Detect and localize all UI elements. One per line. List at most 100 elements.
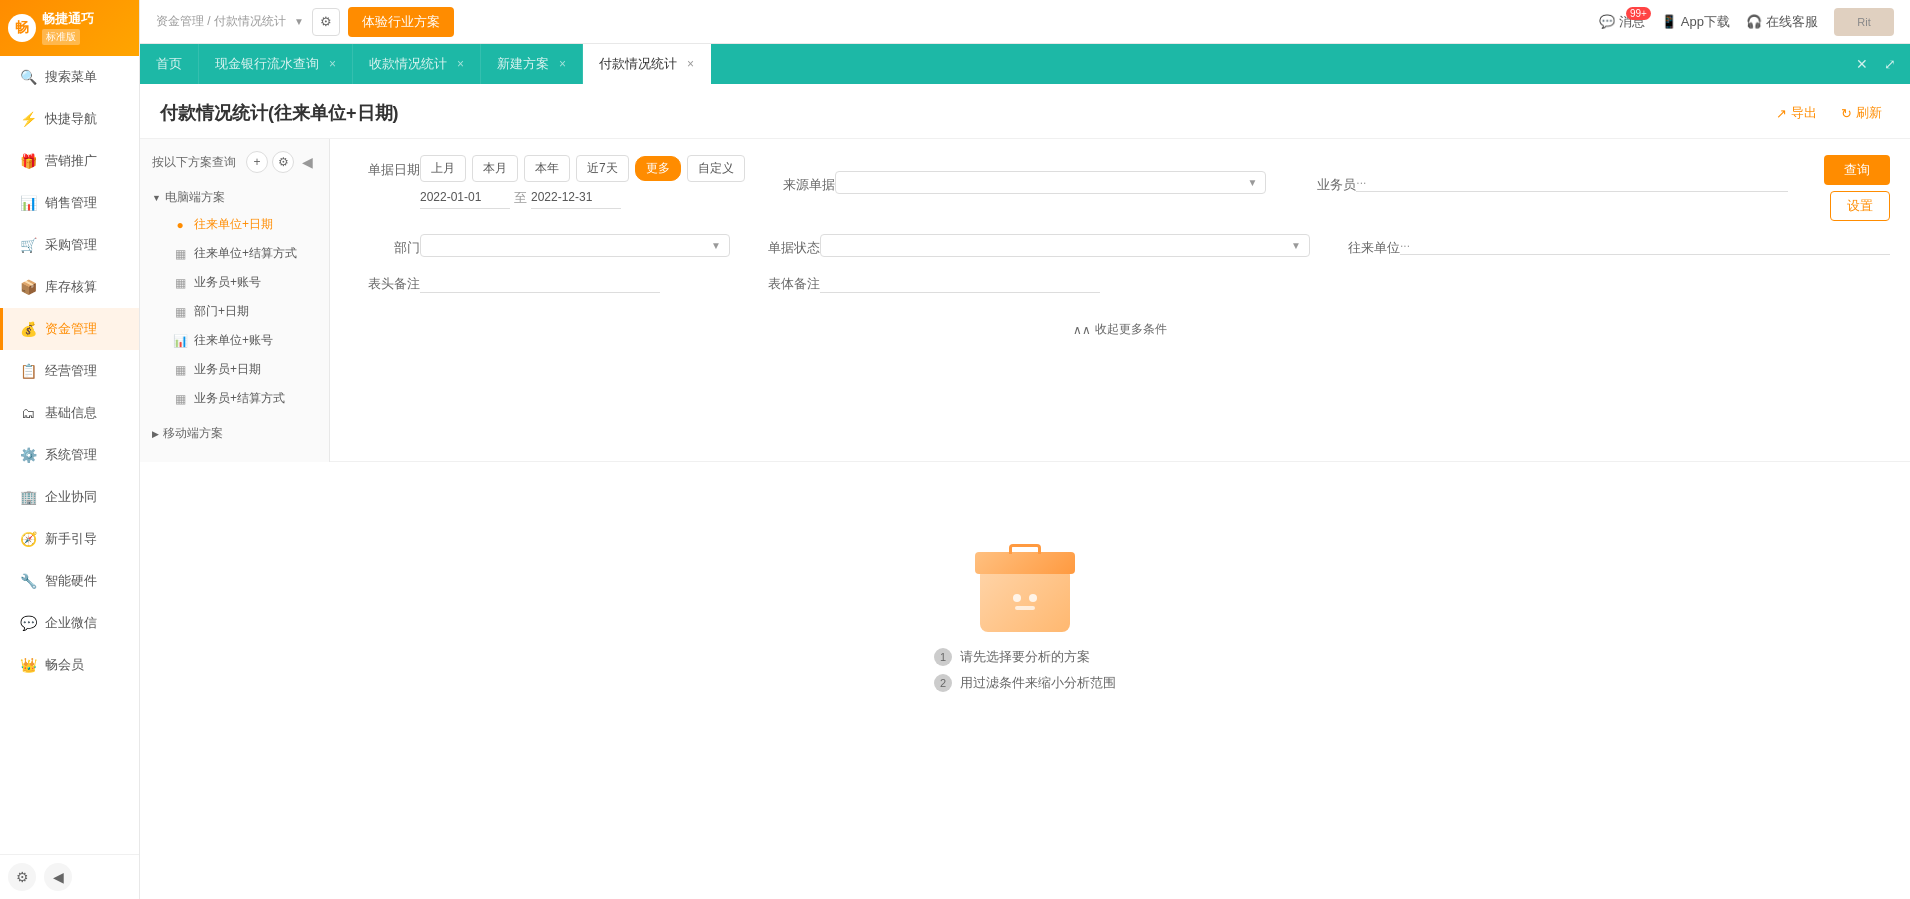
scheme-item-unit-settle[interactable]: ▦ 往来单位+结算方式 <box>152 239 317 268</box>
date-filter-content: 上月 本月 本年 近7天 更多 自定义 至 <box>420 155 745 209</box>
robot-eye-right <box>1029 594 1037 602</box>
tab-cashflow[interactable]: 现金银行流水查询 × <box>199 44 353 84</box>
source-select[interactable]: ▼ <box>835 171 1267 194</box>
filter-row-2: 部门 ▼ 单据状态 ▼ <box>350 233 1890 257</box>
tab-collection-close[interactable]: × <box>457 57 464 71</box>
scheme-desktop-header[interactable]: ▼ 电脑端方案 <box>152 185 317 210</box>
sidebar-item-search[interactable]: 🔍 搜索菜单 <box>0 56 139 98</box>
date-buttons: 上月 本月 本年 近7天 更多 自定义 <box>420 155 745 182</box>
refresh-icon: ↻ <box>1841 106 1852 121</box>
sidebar-item-marketing[interactable]: 🎁 营销推广 <box>0 140 139 182</box>
sidebar-item-member[interactable]: 👑 畅会员 <box>0 644 139 686</box>
sidebar-item-purchase[interactable]: 🛒 采购管理 <box>0 224 139 266</box>
sidebar-item-label: 营销推广 <box>45 152 97 170</box>
sidebar-item-operation[interactable]: 📋 经营管理 <box>0 350 139 392</box>
dept-label: 部门 <box>350 233 420 257</box>
footer-settings-btn[interactable]: ⚙ <box>8 863 36 891</box>
scheme-item-label: 业务员+结算方式 <box>194 390 285 407</box>
sidebar: 畅 畅捷通巧 标准版 🔍 搜索菜单 ⚡ 快捷导航 🎁 营销推广 📊 销售管理 <box>0 0 140 899</box>
current-year-btn[interactable]: 本年 <box>524 155 570 182</box>
sidebar-item-corp[interactable]: 🏢 企业协同 <box>0 476 139 518</box>
user-avatar[interactable]: Rit <box>1834 8 1894 36</box>
member-icon: 👑 <box>19 656 37 674</box>
date-end-input[interactable] <box>531 186 621 209</box>
sidebar-item-finance[interactable]: 💰 资金管理 <box>0 308 139 350</box>
sidebar-tag: 标准版 <box>42 29 80 45</box>
staff-input-area[interactable]: ... <box>1356 173 1788 192</box>
collapse-more-button[interactable]: ∧∧ 收起更多条件 <box>1065 313 1175 346</box>
remark-header-input[interactable] <box>420 270 660 293</box>
tab-new-scheme[interactable]: 新建方案 × <box>481 44 583 84</box>
tab-close-all-btn[interactable]: ✕ <box>1850 52 1874 76</box>
tab-payment-close[interactable]: × <box>687 57 694 71</box>
query-button[interactable]: 查询 <box>1824 155 1890 185</box>
online-service-label: 在线客服 <box>1766 13 1818 31</box>
current-month-btn[interactable]: 本月 <box>472 155 518 182</box>
refresh-button[interactable]: ↻ 刷新 <box>1833 100 1890 126</box>
header-settings-button[interactable]: ⚙ <box>312 8 340 36</box>
hint-num-2: 2 <box>934 674 952 692</box>
triangle-right-icon: ▶ <box>152 429 159 439</box>
app-download-action[interactable]: 📱 App下载 <box>1661 13 1730 31</box>
sidebar-item-quick-nav[interactable]: ⚡ 快捷导航 <box>0 98 139 140</box>
source-filter-block: 来源单据 ▼ <box>765 170 1267 194</box>
export-button[interactable]: ↗ 导出 <box>1768 100 1825 126</box>
partner-input-area[interactable]: ... <box>1400 236 1890 255</box>
message-icon: 💬 <box>1599 14 1615 29</box>
tab-home[interactable]: 首页 <box>140 44 199 84</box>
messages-action[interactable]: 💬 消息 99+ <box>1599 13 1645 31</box>
tab-cashflow-close[interactable]: × <box>329 57 336 71</box>
sidebar-item-basic[interactable]: 🗂 基础信息 <box>0 392 139 434</box>
online-service-action[interactable]: 🎧 在线客服 <box>1746 13 1818 31</box>
sales-icon: 📊 <box>19 194 37 212</box>
custom-btn[interactable]: 自定义 <box>687 155 745 182</box>
scheme-item-unit-date[interactable]: ● 往来单位+日期 <box>152 210 317 239</box>
tab-collection[interactable]: 收款情况统计 × <box>353 44 481 84</box>
scheme-collapse-btn[interactable]: ◀ <box>298 152 317 172</box>
sidebar-item-wechat[interactable]: 💬 企业微信 <box>0 602 139 644</box>
scheme-item-staff-settle[interactable]: ▦ 业务员+结算方式 <box>152 384 317 413</box>
sidebar-item-label: 新手引导 <box>45 530 97 548</box>
remark-body-input[interactable] <box>820 270 1100 293</box>
empty-hint-1: 1 请先选择要分析的方案 <box>934 648 1116 666</box>
wechat-icon: 💬 <box>19 614 37 632</box>
scheme-item-staff-account[interactable]: ▦ 业务员+账号 <box>152 268 317 297</box>
robot-eyes <box>1013 594 1037 602</box>
last-month-btn[interactable]: 上月 <box>420 155 466 182</box>
more-btn[interactable]: 更多 <box>635 156 681 181</box>
empty-state: 1 请先选择要分析的方案 2 用过滤条件来缩小分析范围 <box>140 462 1910 752</box>
add-icon: + <box>253 155 260 169</box>
filter-settings-button[interactable]: 设置 <box>1830 191 1890 221</box>
sidebar-item-guide[interactable]: 🧭 新手引导 <box>0 518 139 560</box>
tab-payment[interactable]: 付款情况统计 × <box>583 44 711 84</box>
gear-icon: ⚙ <box>278 155 289 169</box>
chevron-left-icon: ◀ <box>302 154 313 170</box>
scheme-settings-btn[interactable]: ⚙ <box>272 151 294 173</box>
sidebar-item-label: 搜索菜单 <box>45 68 97 86</box>
trial-button[interactable]: 体验行业方案 <box>348 7 454 37</box>
scheme-item-unit-account[interactable]: 📊 往来单位+账号 <box>152 326 317 355</box>
hardware-icon: 🔧 <box>19 572 37 590</box>
sidebar-item-hardware[interactable]: 🔧 智能硬件 <box>0 560 139 602</box>
footer-collapse-btn[interactable]: ◀ <box>44 863 72 891</box>
scheme-mobile-header[interactable]: ▶ 移动端方案 <box>152 421 317 446</box>
tab-maximize-btn[interactable]: ⤢ <box>1878 52 1902 76</box>
scheme-item-staff-date[interactable]: ▦ 业务员+日期 <box>152 355 317 384</box>
staff-label: 业务员 <box>1286 170 1356 194</box>
sidebar-item-label: 库存核算 <box>45 278 97 296</box>
date-start-input[interactable] <box>420 186 510 209</box>
collapse-more-label: 收起更多条件 <box>1095 321 1167 338</box>
scheme-item-dept-date[interactable]: ▦ 部门+日期 <box>152 297 317 326</box>
content-area: 按以下方案查询 + ⚙ ◀ <box>140 139 1910 462</box>
sidebar-item-sales[interactable]: 📊 销售管理 <box>0 182 139 224</box>
sidebar-item-inventory[interactable]: 📦 库存核算 <box>0 266 139 308</box>
table4-icon: ▦ <box>172 362 188 378</box>
last-7-days-btn[interactable]: 近7天 <box>576 155 629 182</box>
inventory-icon: 📦 <box>19 278 37 296</box>
docstatus-select[interactable]: ▼ <box>820 234 1310 257</box>
sidebar-item-system[interactable]: ⚙️ 系统管理 <box>0 434 139 476</box>
staff-placeholder: ... <box>1356 173 1366 187</box>
add-scheme-btn[interactable]: + <box>246 151 268 173</box>
dept-select[interactable]: ▼ <box>420 234 730 257</box>
tab-new-scheme-close[interactable]: × <box>559 57 566 71</box>
